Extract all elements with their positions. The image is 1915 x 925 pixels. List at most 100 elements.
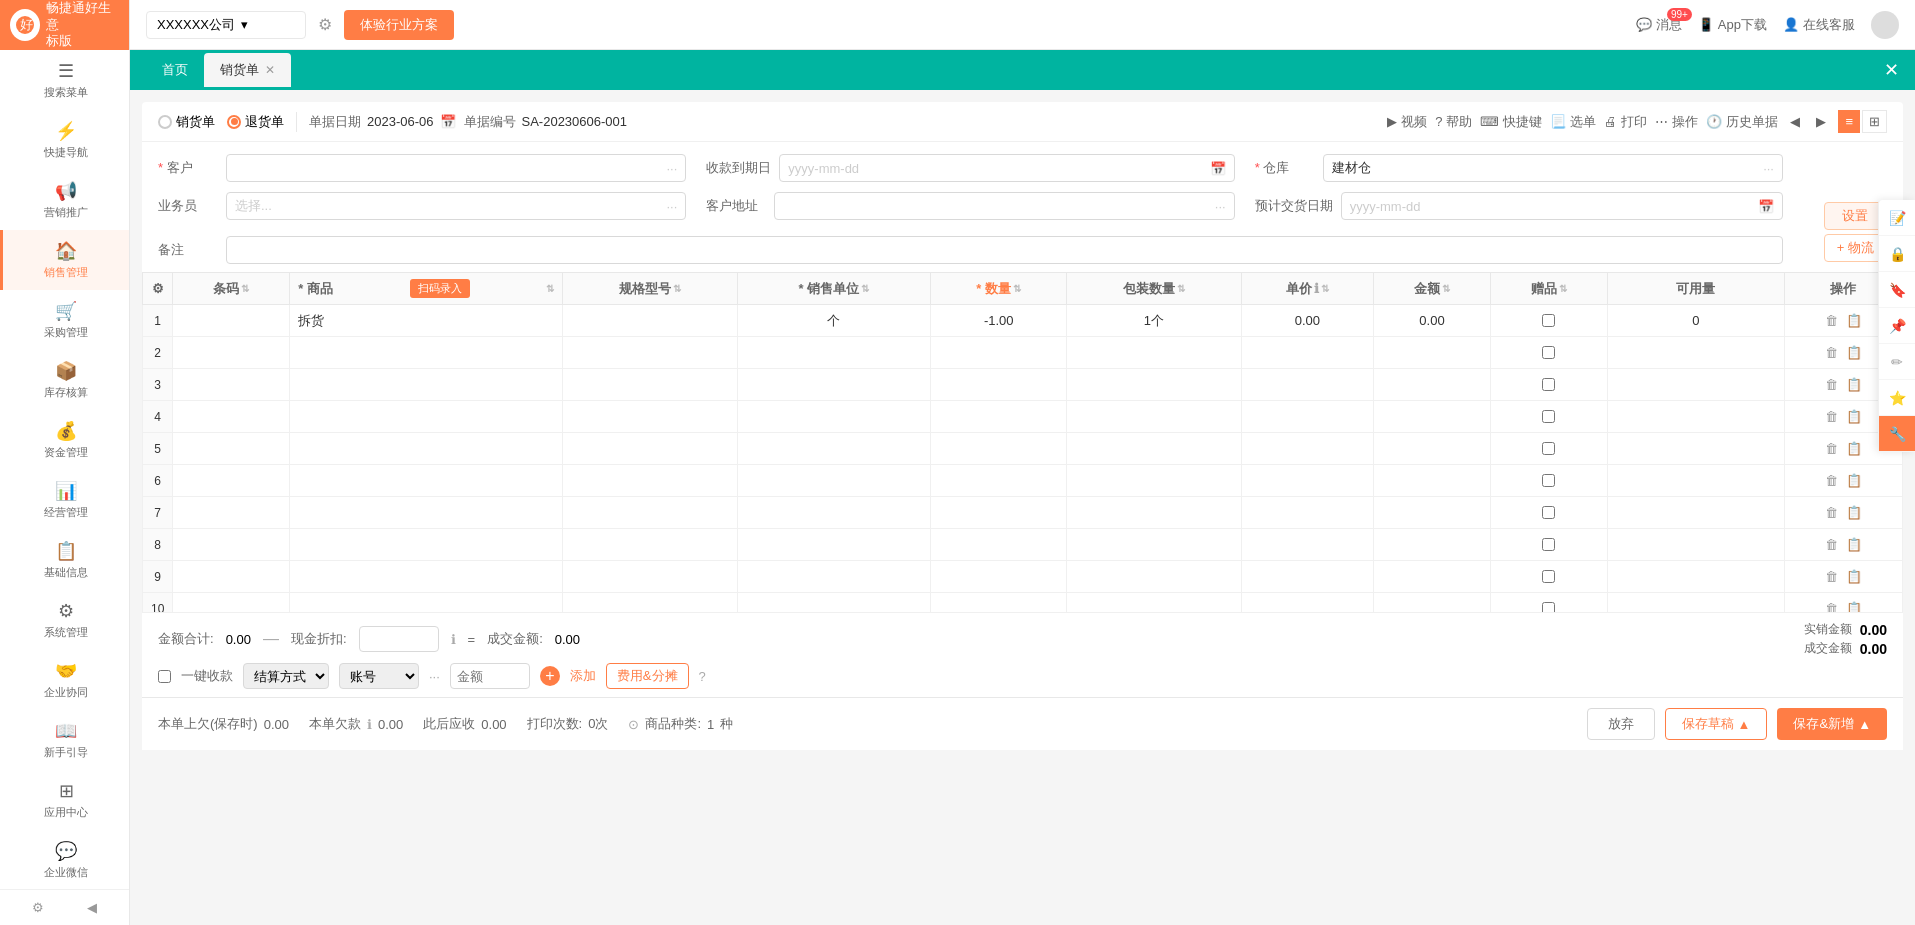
row-product-1[interactable]: 拆货 xyxy=(290,305,563,337)
sidebar-item-marketing[interactable]: 📢 营销推广 xyxy=(0,170,129,230)
message-item[interactable]: 💬 消息 99+ xyxy=(1636,16,1682,34)
sidebar-item-sales[interactable]: 🏠 销售管理 xyxy=(0,230,129,290)
save-draft-dropdown-icon[interactable]: ▲ xyxy=(1738,717,1751,732)
product-types-icon[interactable]: ⊙ xyxy=(628,717,639,732)
row-unit-9[interactable] xyxy=(737,561,931,593)
row-gift-7[interactable] xyxy=(1491,497,1608,529)
sort-icon-spec[interactable]: ⇅ xyxy=(673,283,681,294)
row-amount-3[interactable] xyxy=(1374,369,1491,401)
sort-icon-barcode[interactable]: ⇅ xyxy=(241,283,249,294)
row-barcode-6[interactable] xyxy=(173,465,290,497)
row-amount-5[interactable] xyxy=(1374,433,1491,465)
row-barcode-5[interactable] xyxy=(173,433,290,465)
row-qty-10[interactable] xyxy=(931,593,1067,613)
warehouse-input[interactable]: 建材仓 ··· xyxy=(1323,154,1783,182)
row-product-6[interactable] xyxy=(290,465,563,497)
row-product-7[interactable] xyxy=(290,497,563,529)
row-spec-3[interactable] xyxy=(563,369,737,401)
row-gift-10[interactable] xyxy=(1491,593,1608,613)
row-barcode-7[interactable] xyxy=(173,497,290,529)
row-price-7[interactable] xyxy=(1241,497,1373,529)
sidebar-item-system[interactable]: ⚙ 系统管理 xyxy=(0,590,129,650)
row-gift-9[interactable] xyxy=(1491,561,1608,593)
float-item-2[interactable]: 🔒 xyxy=(1879,236,1915,272)
row-gift-3[interactable] xyxy=(1491,369,1608,401)
total-owe-icon[interactable]: ℹ xyxy=(367,717,372,732)
row-qty-9[interactable] xyxy=(931,561,1067,593)
row-barcode-2[interactable] xyxy=(173,337,290,369)
row-product-3[interactable] xyxy=(290,369,563,401)
trial-button[interactable]: 体验行业方案 xyxy=(344,10,454,40)
sidebar-item-basic[interactable]: 📋 基础信息 xyxy=(0,530,129,590)
add-payment-btn[interactable]: + xyxy=(540,666,560,686)
row-gift-5[interactable] xyxy=(1491,433,1608,465)
save-draft-button[interactable]: 保存草稿 ▲ xyxy=(1665,708,1768,740)
settings-bottom-icon[interactable]: ⚙ xyxy=(32,900,44,915)
row-pkg-5[interactable] xyxy=(1067,433,1241,465)
row-spec-4[interactable] xyxy=(563,401,737,433)
row-unit-4[interactable] xyxy=(737,401,931,433)
row-amount-10[interactable] xyxy=(1374,593,1491,613)
gift-checkbox-5[interactable] xyxy=(1542,442,1555,455)
sale-order-radio[interactable]: 销货单 xyxy=(158,113,215,131)
row-pkg-8[interactable] xyxy=(1067,529,1241,561)
gift-checkbox-4[interactable] xyxy=(1542,410,1555,423)
row-qty-5[interactable] xyxy=(931,433,1067,465)
delete-icon-4[interactable]: 🗑 xyxy=(1825,409,1838,424)
user-avatar[interactable] xyxy=(1871,11,1899,39)
row-unit-1[interactable]: 个 xyxy=(737,305,931,337)
float-item-4[interactable]: 📌 xyxy=(1879,308,1915,344)
info-icon[interactable]: ℹ xyxy=(451,632,456,647)
row-qty-2[interactable] xyxy=(931,337,1067,369)
company-select[interactable]: XXXXXX公司 ▾ xyxy=(146,11,306,39)
row-amount-9[interactable] xyxy=(1374,561,1491,593)
operation-btn[interactable]: ⋯ 操作 xyxy=(1655,113,1698,131)
row-pkg-10[interactable] xyxy=(1067,593,1241,613)
video-btn[interactable]: ▶ 视频 xyxy=(1387,113,1427,131)
row-qty-8[interactable] xyxy=(931,529,1067,561)
sort-icon-qty[interactable]: ⇅ xyxy=(1013,283,1021,294)
row-product-2[interactable] xyxy=(290,337,563,369)
list-view-btn[interactable]: ≡ xyxy=(1838,110,1860,133)
gift-checkbox-2[interactable] xyxy=(1542,346,1555,359)
print-btn[interactable]: 🖨 打印 xyxy=(1604,113,1647,131)
sidebar-item-purchase[interactable]: 🛒 采购管理 xyxy=(0,290,129,350)
row-gift-1[interactable] xyxy=(1491,305,1608,337)
th-settings[interactable]: ⚙ xyxy=(143,273,173,305)
sort-icon-product[interactable]: ⇅ xyxy=(546,283,554,294)
row-pkg-7[interactable] xyxy=(1067,497,1241,529)
delete-icon-9[interactable]: 🗑 xyxy=(1825,569,1838,584)
row-barcode-3[interactable] xyxy=(173,369,290,401)
delete-icon-1[interactable]: 🗑 xyxy=(1825,313,1838,328)
copy-icon-8[interactable]: 📋 xyxy=(1846,537,1862,552)
row-product-8[interactable] xyxy=(290,529,563,561)
row-price-10[interactable] xyxy=(1241,593,1373,613)
delete-icon-2[interactable]: 🗑 xyxy=(1825,345,1838,360)
copy-icon-10[interactable]: 📋 xyxy=(1846,601,1862,612)
delete-icon-7[interactable]: 🗑 xyxy=(1825,505,1838,520)
online-service-item[interactable]: 👤 在线客服 xyxy=(1783,16,1855,34)
row-pkg-1[interactable]: 1个 xyxy=(1067,305,1241,337)
row-unit-5[interactable] xyxy=(737,433,931,465)
sort-icon-price[interactable]: ⇅ xyxy=(1321,283,1329,294)
sidebar-item-wechat[interactable]: 💬 企业微信 xyxy=(0,830,129,889)
save-new-button[interactable]: 保存&新增 ▲ xyxy=(1777,708,1887,740)
delete-icon-8[interactable]: 🗑 xyxy=(1825,537,1838,552)
help-btn[interactable]: ? 帮助 xyxy=(1435,113,1472,131)
sort-icon-unit[interactable]: ⇅ xyxy=(861,283,869,294)
copy-icon-3[interactable]: 📋 xyxy=(1846,377,1862,392)
row-price-4[interactable] xyxy=(1241,401,1373,433)
row-unit-8[interactable] xyxy=(737,529,931,561)
row-unit-10[interactable] xyxy=(737,593,931,613)
float-item-3[interactable]: 🔖 xyxy=(1879,272,1915,308)
price-info-icon[interactable]: ℹ xyxy=(1314,281,1319,296)
copy-icon-6[interactable]: 📋 xyxy=(1846,473,1862,488)
row-qty-7[interactable] xyxy=(931,497,1067,529)
row-amount-8[interactable] xyxy=(1374,529,1491,561)
app-download-item[interactable]: 📱 App下载 xyxy=(1698,16,1767,34)
row-price-3[interactable] xyxy=(1241,369,1373,401)
customer-addr-input[interactable]: ··· xyxy=(774,192,1234,220)
row-qty-4[interactable] xyxy=(931,401,1067,433)
copy-icon-5[interactable]: 📋 xyxy=(1846,441,1862,456)
copy-icon-9[interactable]: 📋 xyxy=(1846,569,1862,584)
